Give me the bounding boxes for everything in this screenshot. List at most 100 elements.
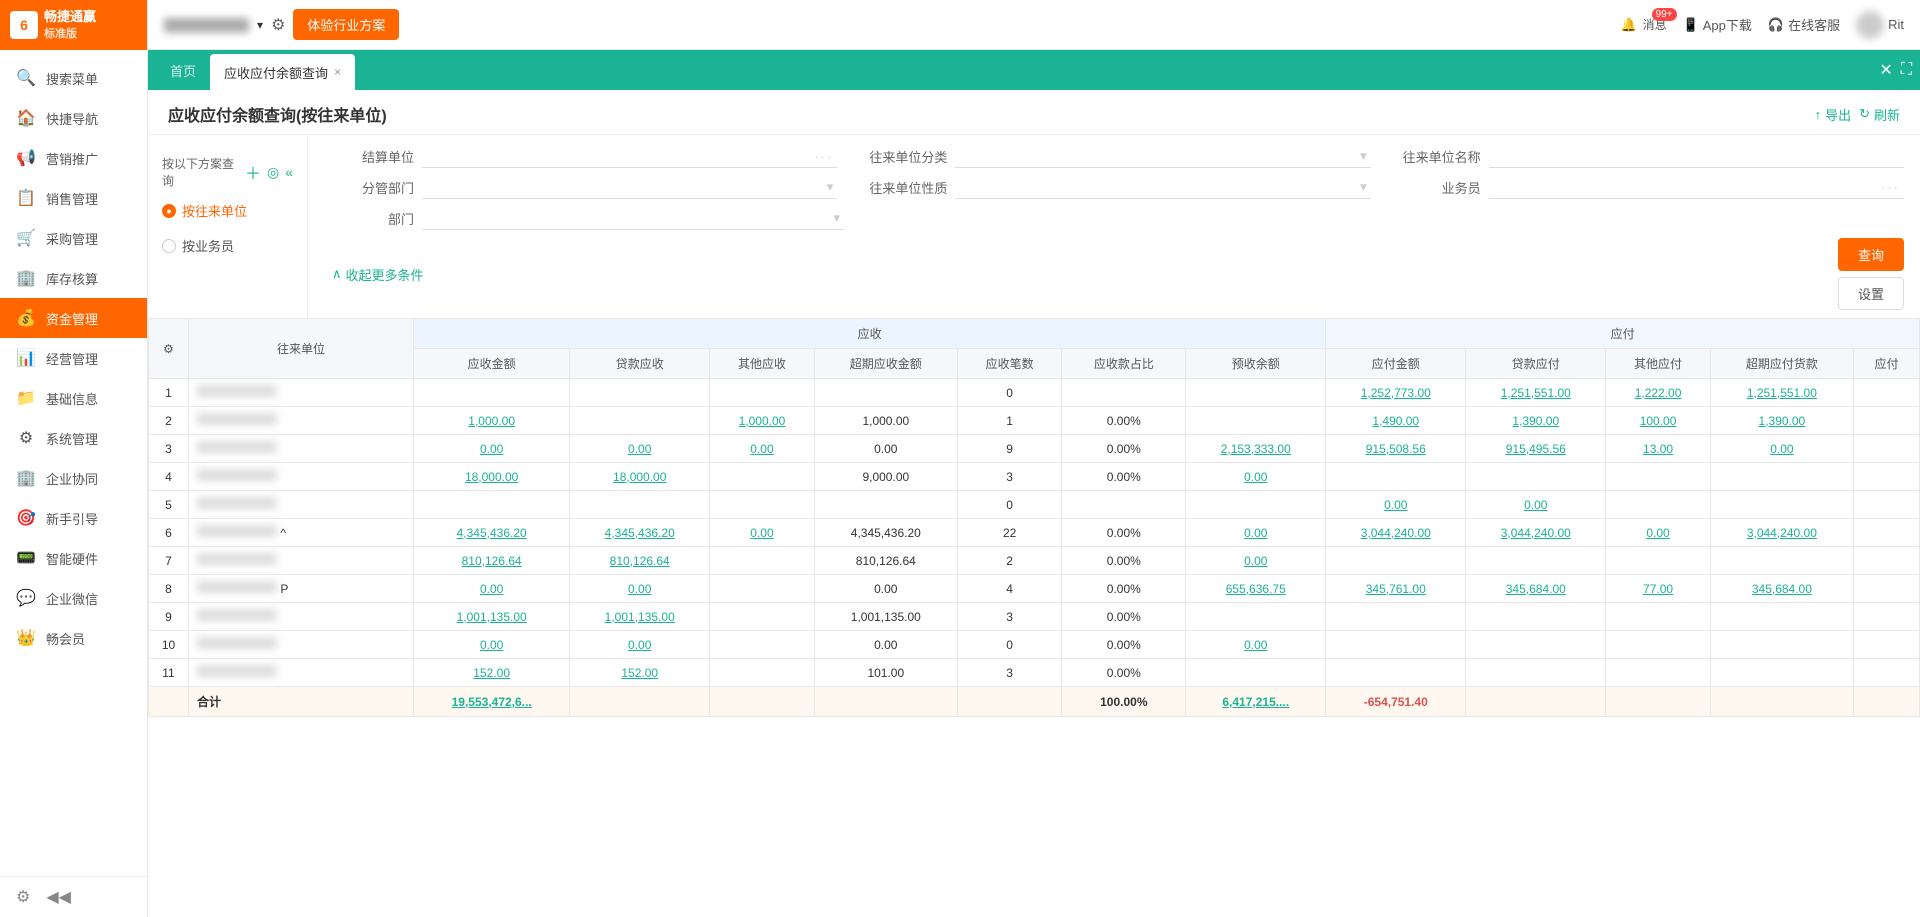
tab-ar-ap[interactable]: 应收应付余额查询 × (210, 54, 355, 90)
member-icon: 👑 (16, 628, 36, 648)
manage-scheme-icon[interactable]: ◎ (267, 164, 279, 181)
collapse-more-button[interactable]: ∧ 收起更多条件 (324, 261, 1838, 288)
filter-row-3: 部门 ▾ (308, 203, 1920, 234)
sidebar-item-label: 资金管理 (46, 309, 98, 328)
table-row: 101,252,773.001,251,551.001,222.001,251,… (149, 379, 1920, 407)
sidebar-item-search-menu[interactable]: 🔍 搜索菜单 (0, 58, 147, 98)
col-ap-loan: 贷款应付 (1466, 349, 1606, 379)
table-payable-group: 应付 (1326, 319, 1920, 349)
app-download-icon: 📱 (1683, 17, 1699, 33)
table-row: 500.000.00 (149, 491, 1920, 519)
col-ar-amount: 应收金额 (414, 349, 570, 379)
sidebar-item-label: 营销推广 (46, 149, 98, 168)
collapse-icon: ∧ (332, 266, 342, 282)
partner-nature-select[interactable]: ▾ (955, 176, 1370, 199)
dept-chevron: ▾ (827, 179, 834, 195)
nav-by-salesman[interactable]: 按业务员 (148, 228, 307, 263)
sidebar-menu: 🔍 搜索菜单 🏠 快捷导航 📢 营销推广 📋 销售管理 🛒 采购管理 🏢 库存核… (0, 50, 147, 876)
sidebar-item-finance[interactable]: 💰 资金管理 (0, 298, 147, 338)
logo-name: 畅捷通赢 (44, 9, 96, 25)
tab-home-label: 首页 (170, 61, 196, 80)
collapse-scheme-icon[interactable]: « (285, 164, 293, 180)
header-solution-button[interactable]: 体验行业方案 (293, 9, 399, 40)
header-gear-icon[interactable]: ⚙ (271, 15, 285, 35)
online-service-button[interactable]: 🎧 在线客服 (1768, 15, 1840, 34)
partner-category-select[interactable]: ▾ (955, 145, 1370, 168)
user-info[interactable]: Rit (1856, 11, 1904, 39)
settlement-unit-input[interactable]: ··· (422, 146, 837, 168)
partner-cell (189, 603, 414, 631)
sidebar-logo: 6 畅捷通赢 标准版 (0, 0, 147, 50)
sidebar-item-purchase[interactable]: 🛒 采购管理 (0, 218, 147, 258)
department-chevron: ▾ (833, 210, 840, 226)
nav-by-unit[interactable]: ● 按往来单位 (148, 193, 307, 228)
partner-nature-chevron: ▾ (1360, 179, 1367, 195)
setting-button[interactable]: 设置 (1838, 277, 1904, 310)
sidebar-item-member[interactable]: 👑 畅会员 (0, 618, 147, 658)
sidebar-item-marketing[interactable]: 📢 营销推广 (0, 138, 147, 178)
top-header: ██████████ ▾ ⚙ 体验行业方案 🔔 消息 99+ 📱 App下载 🎧… (148, 0, 1920, 50)
notification-badge: 99+ (1652, 8, 1677, 21)
total-ap-amount: -654,751.40 (1326, 687, 1466, 717)
sidebar-item-guide[interactable]: 🎯 新手引导 (0, 498, 147, 538)
export-button[interactable]: ↑ 导出 (1815, 105, 1852, 124)
col-ap-amount: 应付金额 (1326, 349, 1466, 379)
nav-by-salesman-icon (162, 239, 176, 253)
sidebar-item-basic-info[interactable]: 📁 基础信息 (0, 378, 147, 418)
department-select[interactable]: ▾ (422, 207, 844, 230)
sidebar-item-inventory[interactable]: 🏢 库存核算 (0, 258, 147, 298)
sidebar-item-label: 采购管理 (46, 229, 98, 248)
sidebar-item-enterprise[interactable]: 🏢 企业协同 (0, 458, 147, 498)
salesman-dots: ··· (1881, 180, 1900, 195)
nav-by-salesman-label: 按业务员 (182, 236, 234, 255)
dept-select[interactable]: ▾ (422, 176, 837, 199)
col-ar-count: 应收笔数 (957, 349, 1062, 379)
sidebar-item-label: 销售管理 (46, 189, 98, 208)
sidebar-item-label: 新手引导 (46, 509, 98, 528)
page-actions: ↑ 导出 ↻ 刷新 (1815, 105, 1900, 124)
operations-icon: 📊 (16, 348, 36, 368)
sidebar: 6 畅捷通赢 标准版 🔍 搜索菜单 🏠 快捷导航 📢 营销推广 📋 销售管理 🛒… (0, 0, 148, 917)
partner-cell (189, 491, 414, 519)
salesman-input[interactable]: ··· (1489, 177, 1904, 199)
sidebar-item-wechat[interactable]: 💬 企业微信 (0, 578, 147, 618)
sidebar-item-quick-nav[interactable]: 🏠 快捷导航 (0, 98, 147, 138)
sidebar-item-system[interactable]: ⚙ 系统管理 (0, 418, 147, 458)
export-label: 导出 (1825, 105, 1851, 124)
query-button[interactable]: 查询 (1838, 238, 1904, 271)
total-ar-amount[interactable]: 19,553,472,6... (414, 687, 570, 717)
partner-name-input[interactable] (1489, 146, 1904, 168)
tab-home[interactable]: 首页 (156, 54, 210, 86)
partner-cell (189, 547, 414, 575)
table-gear-col[interactable]: ⚙ (149, 319, 189, 379)
nav-by-unit-label: 按往来单位 (182, 201, 247, 220)
refresh-button[interactable]: ↻ 刷新 (1859, 105, 1900, 124)
header-dropdown-icon[interactable]: ▾ (257, 18, 263, 32)
table-row: 91,001,135.001,001,135.001,001,135.0030.… (149, 603, 1920, 631)
table-row: 8 P0.000.000.0040.00%655,636.75345,761.0… (149, 575, 1920, 603)
table-row: 418,000.0018,000.009,000.0030.00%0.00 (149, 463, 1920, 491)
tab-close-window-icon[interactable]: ✕ (1879, 60, 1892, 80)
add-scheme-icon[interactable]: ＋ (245, 160, 261, 184)
total-ar-advance[interactable]: 6,417,215.... (1186, 687, 1326, 717)
sidebar-item-operations[interactable]: 📊 经营管理 (0, 338, 147, 378)
table-section[interactable]: ⚙ 往来单位 应收 应付 应收金额 贷款应收 其他应收 超期应收金额 应收笔数 … (148, 318, 1920, 917)
col-ap-other: 其他应付 (1606, 349, 1711, 379)
filter-partner-name: 往来单位名称 (1391, 145, 1904, 168)
search-menu-icon: 🔍 (16, 68, 36, 88)
notification-button[interactable]: 🔔 消息 99+ (1621, 16, 1667, 33)
tab-close-icon[interactable]: × (334, 65, 341, 79)
header-breadcrumb: ██████████ (164, 18, 249, 32)
footer-settings-icon[interactable]: ⚙ (16, 887, 30, 907)
data-table: ⚙ 往来单位 应收 应付 应收金额 贷款应收 其他应收 超期应收金额 应收笔数 … (148, 318, 1920, 717)
filter-row-2: 分管部门 ▾ 往来单位性质 ▾ 业务员 ··· (308, 172, 1920, 203)
online-service-label: 在线客服 (1788, 15, 1840, 34)
footer-collapse-icon[interactable]: ◀◀ (46, 887, 71, 907)
total-ar-other (710, 687, 815, 717)
tab-fullscreen-icon[interactable]: ⛶ (1901, 61, 1912, 79)
sidebar-item-sales[interactable]: 📋 销售管理 (0, 178, 147, 218)
sidebar-item-hardware[interactable]: 📟 智能硬件 (0, 538, 147, 578)
page-title: 应收应付余额查询(按往来单位) (168, 102, 387, 126)
partner-cell (189, 435, 414, 463)
app-download-button[interactable]: 📱 App下载 (1683, 15, 1752, 34)
